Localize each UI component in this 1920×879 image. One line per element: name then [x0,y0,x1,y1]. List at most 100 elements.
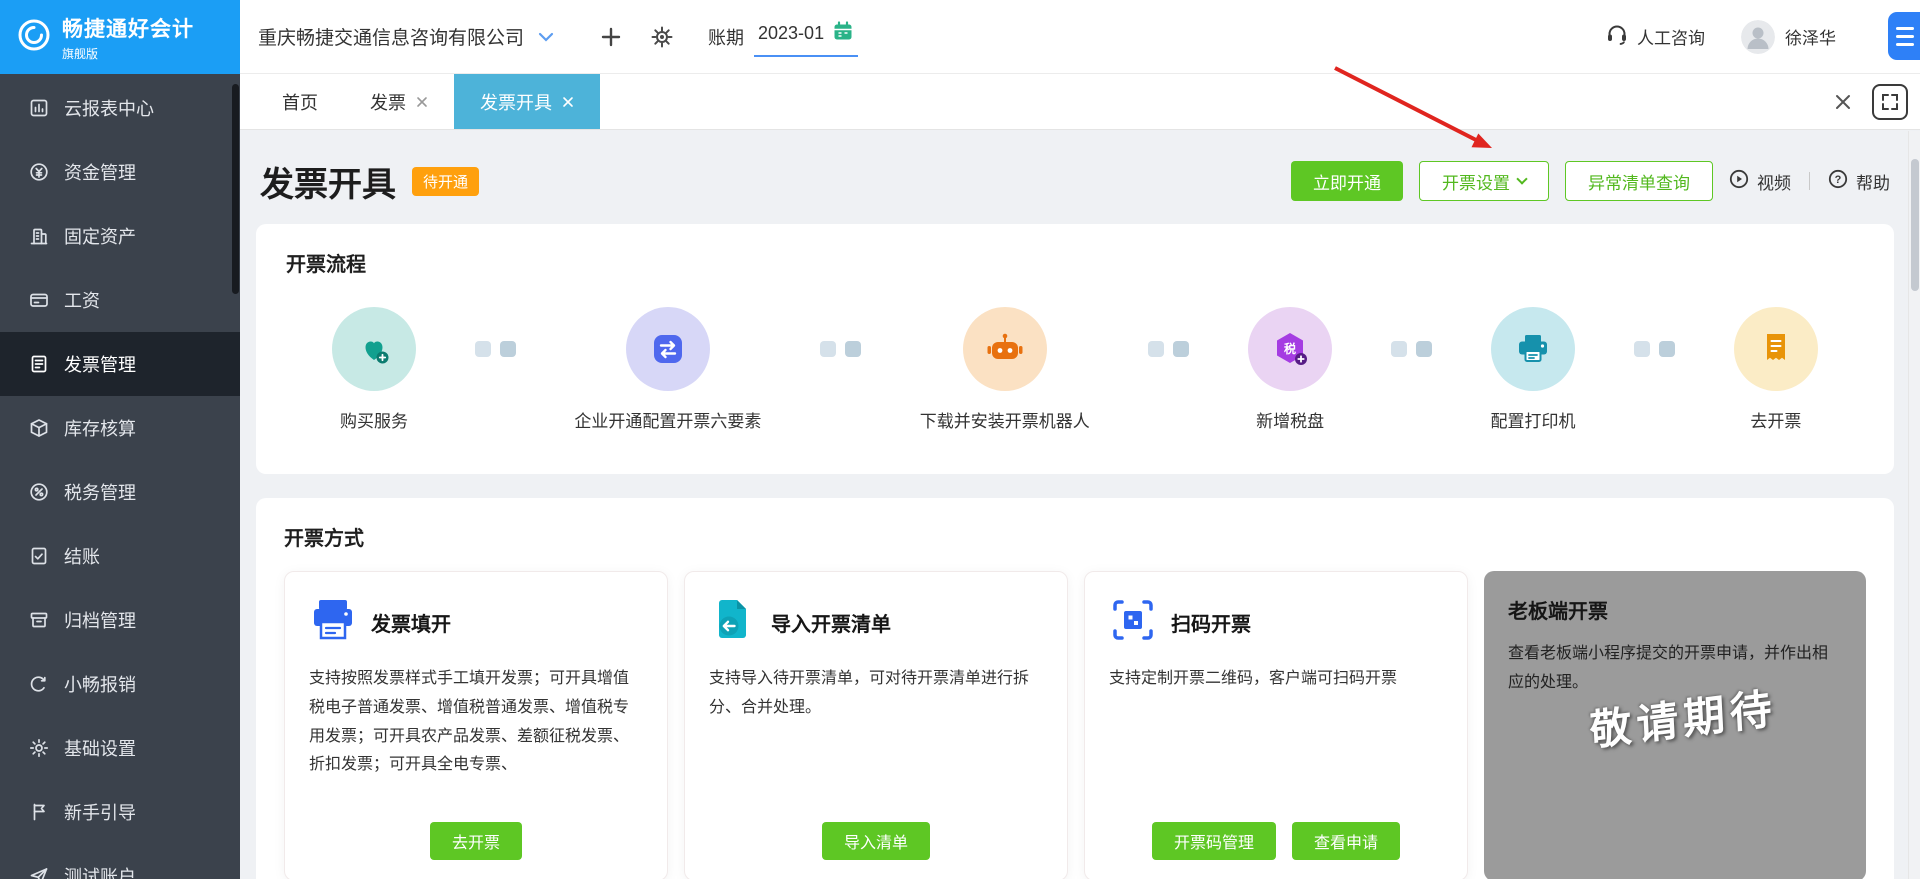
salary-card-icon [28,289,50,311]
flow-step-label: 下载并安装开票机器人 [919,412,1090,431]
sidebar-item-invoice-management[interactable]: 发票管理 [0,332,240,396]
human-support-link[interactable]: 人工咨询 [1605,22,1705,51]
gear-icon[interactable] [650,25,674,49]
flow-step-tax-disk: 税 新增税盘 [1248,307,1333,432]
svg-text:税: 税 [1284,341,1296,356]
robot-icon [962,307,1047,391]
import-list-button[interactable]: 导入清单 [821,822,930,860]
method-card-body: 支持导入待开票清单，可对待开票清单进行拆分、合并处理。 [709,670,1030,716]
sidebar-scrollbar[interactable] [232,84,239,294]
user-name: 徐泽华 [1785,29,1836,48]
assets-building-icon [28,225,50,247]
sidebar-item-reimburse[interactable]: 小畅报销 [0,652,240,716]
help-link[interactable]: ? 帮助 [1828,169,1890,194]
funds-coin-icon [28,161,50,183]
play-circle-icon [1729,169,1749,194]
company-name: 重庆畅捷交通信息咨询有限公司 [258,28,525,49]
button-label: 立即开通 [1313,173,1381,193]
activate-now-button[interactable]: 立即开通 [1291,161,1403,201]
method-card-qr-invoice: 扫码开票 支持定制开票二维码，客户端可扫码开票 开票码管理 查看申请 [1084,571,1468,879]
sidebar-item-settings[interactable]: 基础设置 [0,716,240,780]
archive-box-icon [28,609,50,631]
flow-separator [474,341,516,357]
close-all-icon[interactable] [1834,93,1852,111]
sidebar-item-label: 库存核算 [64,419,136,439]
method-card-title: 导入开票清单 [771,614,891,636]
period-label: 账期 [708,27,745,48]
button-label: 开票设置 [1442,173,1510,193]
sidebar-item-salary[interactable]: 工资 [0,268,240,332]
main-scrollbar[interactable] [1908,131,1920,879]
method-card-body: 支持按照发票样式手工填开发票；可开具增值税电子普通发票、增值税普通发票、增值税专… [309,670,630,774]
sidebar-item-inventory[interactable]: 库存核算 [0,396,240,460]
tab-invoice-issue[interactable]: 发票开具 [454,74,600,129]
tab-label: 发票开具 [480,92,552,113]
brand-ring-icon [16,17,52,58]
flow-step-label: 配置打印机 [1490,412,1576,431]
sidebar-item-label: 发票管理 [64,355,136,375]
tab-invoice[interactable]: 发票 [344,74,454,129]
method-card-boss-invoice: 老板端开票 查看老板端小程序提交的开票申请，并作出相应的处理。 敬请期待 [1484,571,1866,879]
go-invoice-button[interactable]: 去开票 [429,822,522,860]
method-card-fill-invoice: 发票填开 支持按照发票样式手工填开发票；可开具增值税电子普通发票、增值税普通发票… [284,571,668,879]
chevron-down-icon [1516,173,1528,185]
question-circle-icon: ? [1828,169,1848,194]
invoicing-flow-card: 开票流程 购买服务 企业开通配置开票六要素 下载并安装开票机器人 税 新增税盘 … [256,224,1894,474]
sidebar-item-label: 归档管理 [64,611,136,631]
view-applications-button[interactable]: 查看申请 [1292,822,1401,860]
sidebar-item-fixed-assets[interactable]: 固定资产 [0,204,240,268]
content-area: 发票开具 待开通 立即开通 开票设置 异常清单查询 视频 ? 帮助 开票流程 购… [240,130,1920,879]
scrollbar-thumb[interactable] [1911,159,1919,291]
sidebar-item-test-account[interactable]: 测试账户 [0,844,240,879]
sidebar-item-label: 固定资产 [64,227,136,247]
method-card-body: 支持定制开票二维码，客户端可扫码开票 [1109,670,1398,687]
invoice-doc-icon [28,353,50,375]
floating-widget[interactable] [1888,12,1920,60]
sidebar-item-guide[interactable]: 新手引导 [0,780,240,844]
sidebar-item-tax[interactable]: 税务管理 [0,460,240,524]
sidebar-item-label: 工资 [64,291,100,311]
sidebar-item-label: 税务管理 [64,483,136,503]
invoice-fill-icon [309,596,357,649]
company-selector[interactable]: 重庆畅捷交通信息咨询有限公司 [258,23,554,50]
heart-plus-icon [332,307,416,391]
paper-plane-icon [28,865,50,879]
chevron-down-icon [538,26,554,48]
topbar: 重庆畅捷交通信息咨询有限公司 账期 2023-01 人工咨询 徐泽华 [240,0,1920,74]
link-label: 帮助 [1856,173,1890,193]
abnormal-list-query-button[interactable]: 异常清单查询 [1565,161,1713,201]
tabbar: 首页 发票 发票开具 [240,74,1920,130]
sidebar-item-closing[interactable]: 结账 [0,524,240,588]
period-value: 2023-01 [758,23,825,43]
add-account-button[interactable] [600,26,622,48]
methods-card-title: 开票方式 [284,528,364,550]
video-link[interactable]: 视频 [1729,169,1791,194]
period-picker[interactable]: 2023-01 [754,16,859,57]
user-menu[interactable]: 徐泽华 [1741,19,1836,54]
page-title: 发票开具 [260,165,396,204]
close-tab-icon[interactable] [416,96,428,108]
button-label: 导入清单 [843,835,908,852]
tabbar-controls [1834,74,1920,129]
sidebar-item-cloud-reports[interactable]: 云报表中心 [0,76,240,140]
main-column: 重庆畅捷交通信息咨询有限公司 账期 2023-01 人工咨询 徐泽华 首页 发票… [240,0,1920,879]
divider [1809,172,1810,190]
link-label: 视频 [1757,173,1791,193]
sidebar-item-funds[interactable]: 资金管理 [0,140,240,204]
report-chart-icon [28,97,50,119]
close-tab-icon[interactable] [562,96,574,108]
sidebar-item-label: 资金管理 [64,163,136,183]
tax-percent-icon [28,481,50,503]
transfer-arrows-icon [625,307,710,391]
sidebar-item-label: 新手引导 [64,803,136,823]
sidebar-item-label: 基础设置 [64,739,136,759]
tab-label: 首页 [282,92,318,113]
sidebar-item-archive[interactable]: 归档管理 [0,588,240,652]
tab-home[interactable]: 首页 [256,74,344,129]
fullscreen-icon[interactable] [1872,83,1908,120]
flow-steps: 购买服务 企业开通配置开票六要素 下载并安装开票机器人 税 新增税盘 配置打印机… [286,307,1864,446]
invoice-settings-button[interactable]: 开票设置 [1419,161,1549,201]
flow-step-label: 购买服务 [340,412,408,431]
topbar-right: 人工咨询 徐泽华 [1605,19,1896,54]
qr-code-manage-button[interactable]: 开票码管理 [1151,822,1276,860]
